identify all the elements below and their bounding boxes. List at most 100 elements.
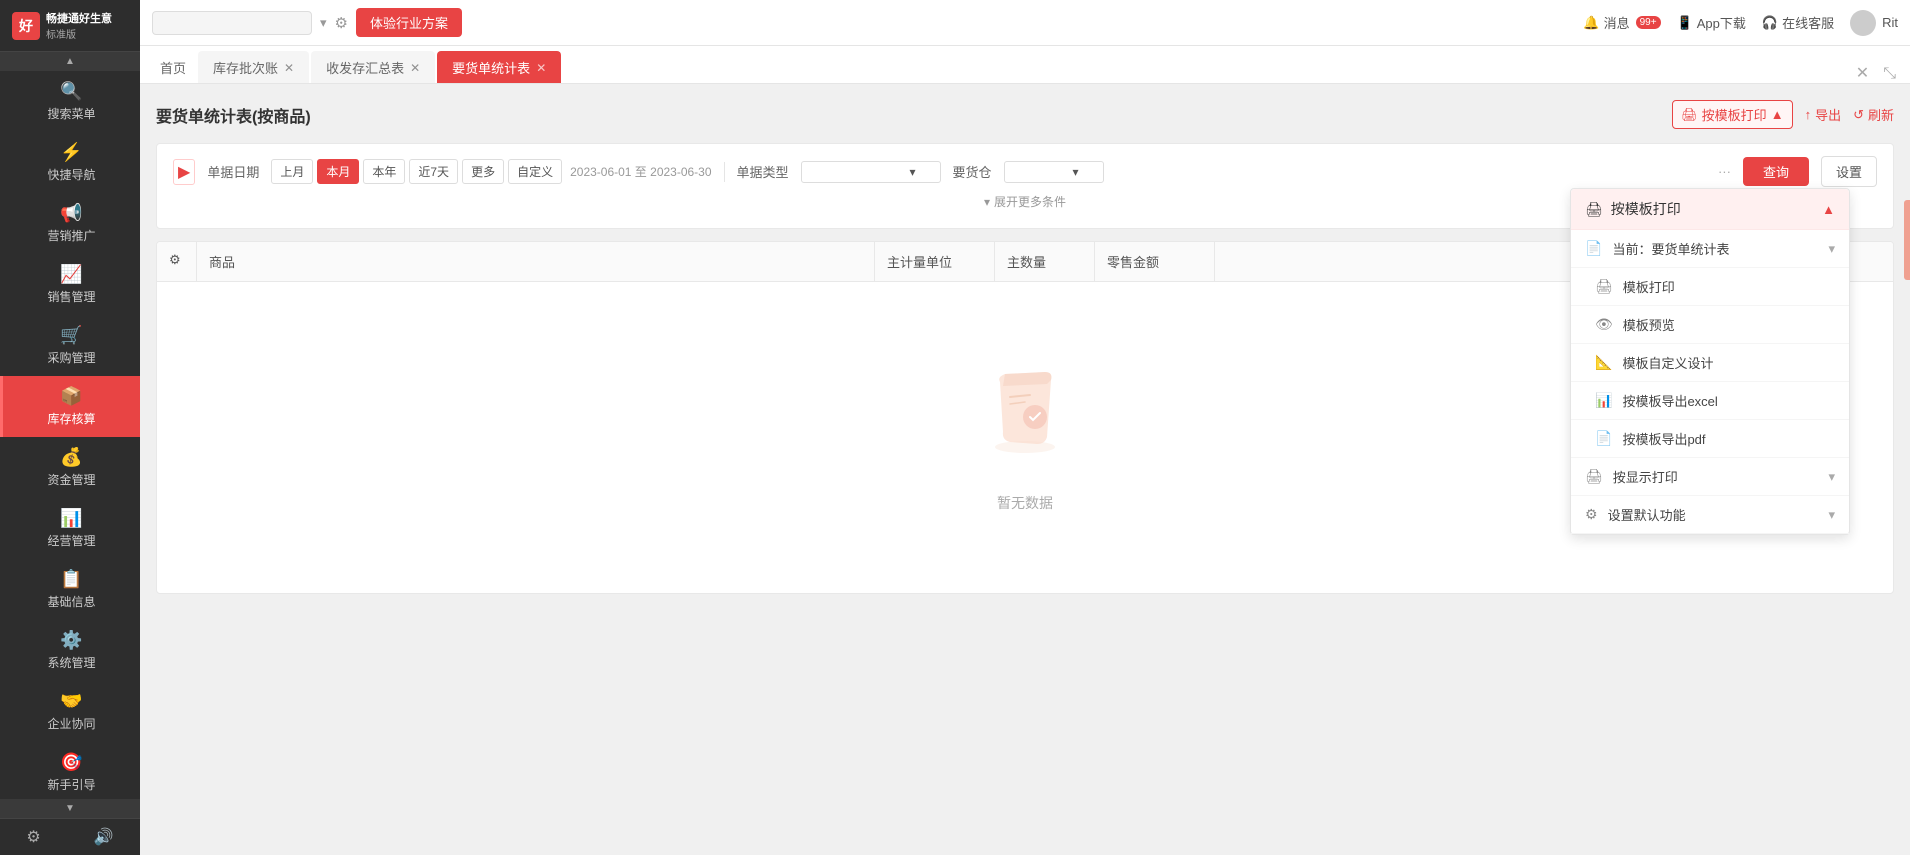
- refresh-label: 刷新: [1868, 105, 1894, 124]
- export-label: 导出: [1815, 105, 1841, 124]
- tab-collection-summary-close[interactable]: ✕: [410, 61, 420, 75]
- marketing-icon: 📢: [60, 203, 82, 224]
- online-service-area[interactable]: 🎧 在线客服: [1762, 13, 1834, 32]
- date-btn-more[interactable]: 更多: [462, 159, 504, 184]
- topbar-dropdown-arrow[interactable]: ▾: [320, 15, 327, 31]
- sidebar-item-search[interactable]: 🔍 搜索菜单: [0, 71, 140, 132]
- sidebar-item-label: 经营管理: [47, 532, 95, 549]
- dropdown-printer-icon: 🖨: [1585, 201, 1603, 218]
- sidebar-item-label: 资金管理: [47, 471, 95, 488]
- tab-inventory-batch-label: 库存批次账: [213, 58, 278, 77]
- template-preview-icon: 👁: [1595, 316, 1613, 333]
- sidebar-item-collab[interactable]: 🤝 企业协同: [0, 681, 140, 742]
- sidebar-item-sales[interactable]: 📈 销售管理: [0, 254, 140, 315]
- resize-handle[interactable]: [1904, 200, 1910, 280]
- settings-button[interactable]: 设置: [1821, 156, 1877, 187]
- system-icon: ⚙️: [60, 630, 82, 651]
- search-nav-icon: 🔍: [60, 81, 82, 102]
- date-btn-current-year[interactable]: 本年: [363, 159, 405, 184]
- default-func-icon: ⚙: [1585, 506, 1598, 523]
- current-template-label: 当前：要货单统计表: [1612, 239, 1729, 258]
- dropdown-item-export-pdf[interactable]: 📄 按模板导出pdf: [1571, 420, 1849, 458]
- dropdown-section-default-func[interactable]: ⚙ 设置默认功能 ▾: [1571, 496, 1849, 534]
- col-settings-icon: ⚙: [169, 252, 181, 267]
- sidebar-scroll-up[interactable]: ▲: [0, 52, 140, 71]
- sidebar-item-quick-nav[interactable]: ⚡ 快捷导航: [0, 132, 140, 193]
- app-download-area[interactable]: 📱 App下载: [1677, 13, 1746, 32]
- sidebar-nav: 🔍 搜索菜单 ⚡ 快捷导航 📢 营销推广 📈 销售管理 🛒 采购管理 📦 库存核…: [0, 71, 140, 799]
- topbar-gear-icon[interactable]: ⚙: [335, 14, 348, 32]
- print-label: 按模板打印: [1702, 105, 1767, 124]
- empty-icon: [975, 362, 1075, 481]
- default-func-left: ⚙ 设置默认功能: [1585, 505, 1686, 524]
- template-print-label: 模板打印: [1623, 277, 1675, 296]
- speaker-bottom-icon[interactable]: 🔊: [94, 827, 114, 847]
- filter-expand-icon[interactable]: ▶: [173, 159, 195, 185]
- date-label: 单据日期: [207, 162, 259, 181]
- dropdown-item-template-design[interactable]: 📐 模板自定义设计: [1571, 344, 1849, 382]
- col-retail: 零售金额: [1095, 242, 1215, 281]
- export-button[interactable]: ↑ 导出: [1805, 105, 1842, 124]
- sidebar-item-inventory[interactable]: 📦 库存核算: [0, 376, 140, 437]
- tab-collection-summary-label: 收发存汇总表: [326, 58, 404, 77]
- sidebar-item-basic[interactable]: 📋 基础信息: [0, 559, 140, 620]
- date-buttons: 上月 本月 本年 近7天 更多 自定义 2023-06-01 至 2023-06…: [271, 159, 711, 184]
- dropdown-collapse-icon[interactable]: ▲: [1822, 202, 1835, 217]
- sidebar-bottom: ⚙ 🔊: [0, 818, 140, 855]
- tab-collection-summary[interactable]: 收发存汇总表 ✕: [311, 51, 435, 83]
- sidebar-scroll-down[interactable]: ▼: [0, 799, 140, 818]
- date-btn-custom[interactable]: 自定义: [508, 159, 562, 184]
- sidebar-item-system[interactable]: ⚙️ 系统管理: [0, 620, 140, 681]
- tabs-expand[interactable]: ⤡: [1879, 65, 1900, 83]
- sidebar-item-purchase[interactable]: 🛒 采购管理: [0, 315, 140, 376]
- trial-button[interactable]: 体验行业方案: [356, 8, 462, 37]
- topbar-search-input[interactable]: [152, 11, 312, 35]
- app-version: 标准版: [46, 26, 112, 41]
- tab-home[interactable]: 首页: [150, 52, 196, 83]
- settings-bottom-icon[interactable]: ⚙: [26, 827, 40, 847]
- dropdown-item-template-preview[interactable]: 👁 模板预览: [1571, 306, 1849, 344]
- more-options-icon[interactable]: ···: [1718, 164, 1731, 179]
- tab-order-stats-close[interactable]: ✕: [536, 61, 546, 75]
- filter-row-1: ▶ 单据日期 上月 本月 本年 近7天 更多 自定义 2023-06-01 至 …: [173, 156, 1877, 187]
- print-dropdown: 🖨 按模板打印 ▲ 📄 当前：要货单统计表 ▾ 🖨 模板打印 👁: [1570, 188, 1850, 535]
- dropdown-current-template[interactable]: 📄 当前：要货单统计表 ▾: [1571, 230, 1849, 268]
- print-chevron-up: ▲: [1771, 107, 1784, 122]
- sidebar-item-label: 采购管理: [47, 349, 95, 366]
- col-quantity: 主数量: [995, 242, 1095, 281]
- notifications-area[interactable]: 🔔 消息 99+: [1583, 13, 1660, 32]
- date-btn-last-7-days[interactable]: 近7天: [409, 159, 458, 184]
- date-btn-last-month[interactable]: 上月: [271, 159, 313, 184]
- sidebar-item-label: 基础信息: [47, 593, 95, 610]
- sidebar-item-finance[interactable]: 💰 资金管理: [0, 437, 140, 498]
- sidebar-item-label: 企业协同: [47, 715, 95, 732]
- tab-order-stats[interactable]: 要货单统计表 ✕: [437, 51, 561, 83]
- dropdown-section-display-print[interactable]: 🖨 按显示打印 ▾: [1571, 458, 1849, 496]
- inventory-icon: 📦: [60, 386, 82, 407]
- tab-inventory-batch[interactable]: 库存批次账 ✕: [198, 51, 309, 83]
- col-settings[interactable]: ⚙: [157, 242, 197, 281]
- sidebar-item-operation[interactable]: 📊 经营管理: [0, 498, 140, 559]
- type-select[interactable]: ▾: [801, 161, 941, 183]
- collab-icon: 🤝: [60, 691, 82, 712]
- tab-inventory-batch-close[interactable]: ✕: [284, 61, 294, 75]
- print-button[interactable]: 🖨 按模板打印 ▲: [1672, 100, 1792, 129]
- default-func-arrow: ▾: [1828, 507, 1835, 523]
- query-button[interactable]: 查询: [1743, 157, 1809, 186]
- headset-icon: 🎧: [1762, 15, 1778, 31]
- sidebar-item-label: 营销推广: [47, 227, 95, 244]
- dropdown-item-template-print[interactable]: 🖨 模板打印: [1571, 268, 1849, 306]
- topbar: ▾ ⚙ 体验行业方案 🔔 消息 99+ 📱 App下载 🎧 在线客服 Rit: [140, 0, 1910, 46]
- display-print-icon: 🖨: [1585, 468, 1603, 485]
- page-title: 要货单统计表(按商品): [156, 103, 311, 127]
- page-header: 要货单统计表(按商品) 🖨 按模板打印 ▲ ↑ 导出 ↺ 刷新: [156, 100, 1894, 129]
- refresh-button[interactable]: ↺ 刷新: [1853, 105, 1894, 124]
- date-btn-current-month[interactable]: 本月: [317, 159, 359, 184]
- yh-select[interactable]: ▾: [1004, 161, 1104, 183]
- user-area[interactable]: Rit: [1850, 10, 1898, 36]
- sidebar-item-label: 搜索菜单: [47, 105, 95, 122]
- dropdown-item-export-excel[interactable]: 📊 按模板导出excel: [1571, 382, 1849, 420]
- tabs-close-all[interactable]: ✕: [1848, 63, 1877, 83]
- sidebar-item-marketing[interactable]: 📢 营销推广: [0, 193, 140, 254]
- sidebar-item-newbie[interactable]: 🎯 新手引导: [0, 742, 140, 799]
